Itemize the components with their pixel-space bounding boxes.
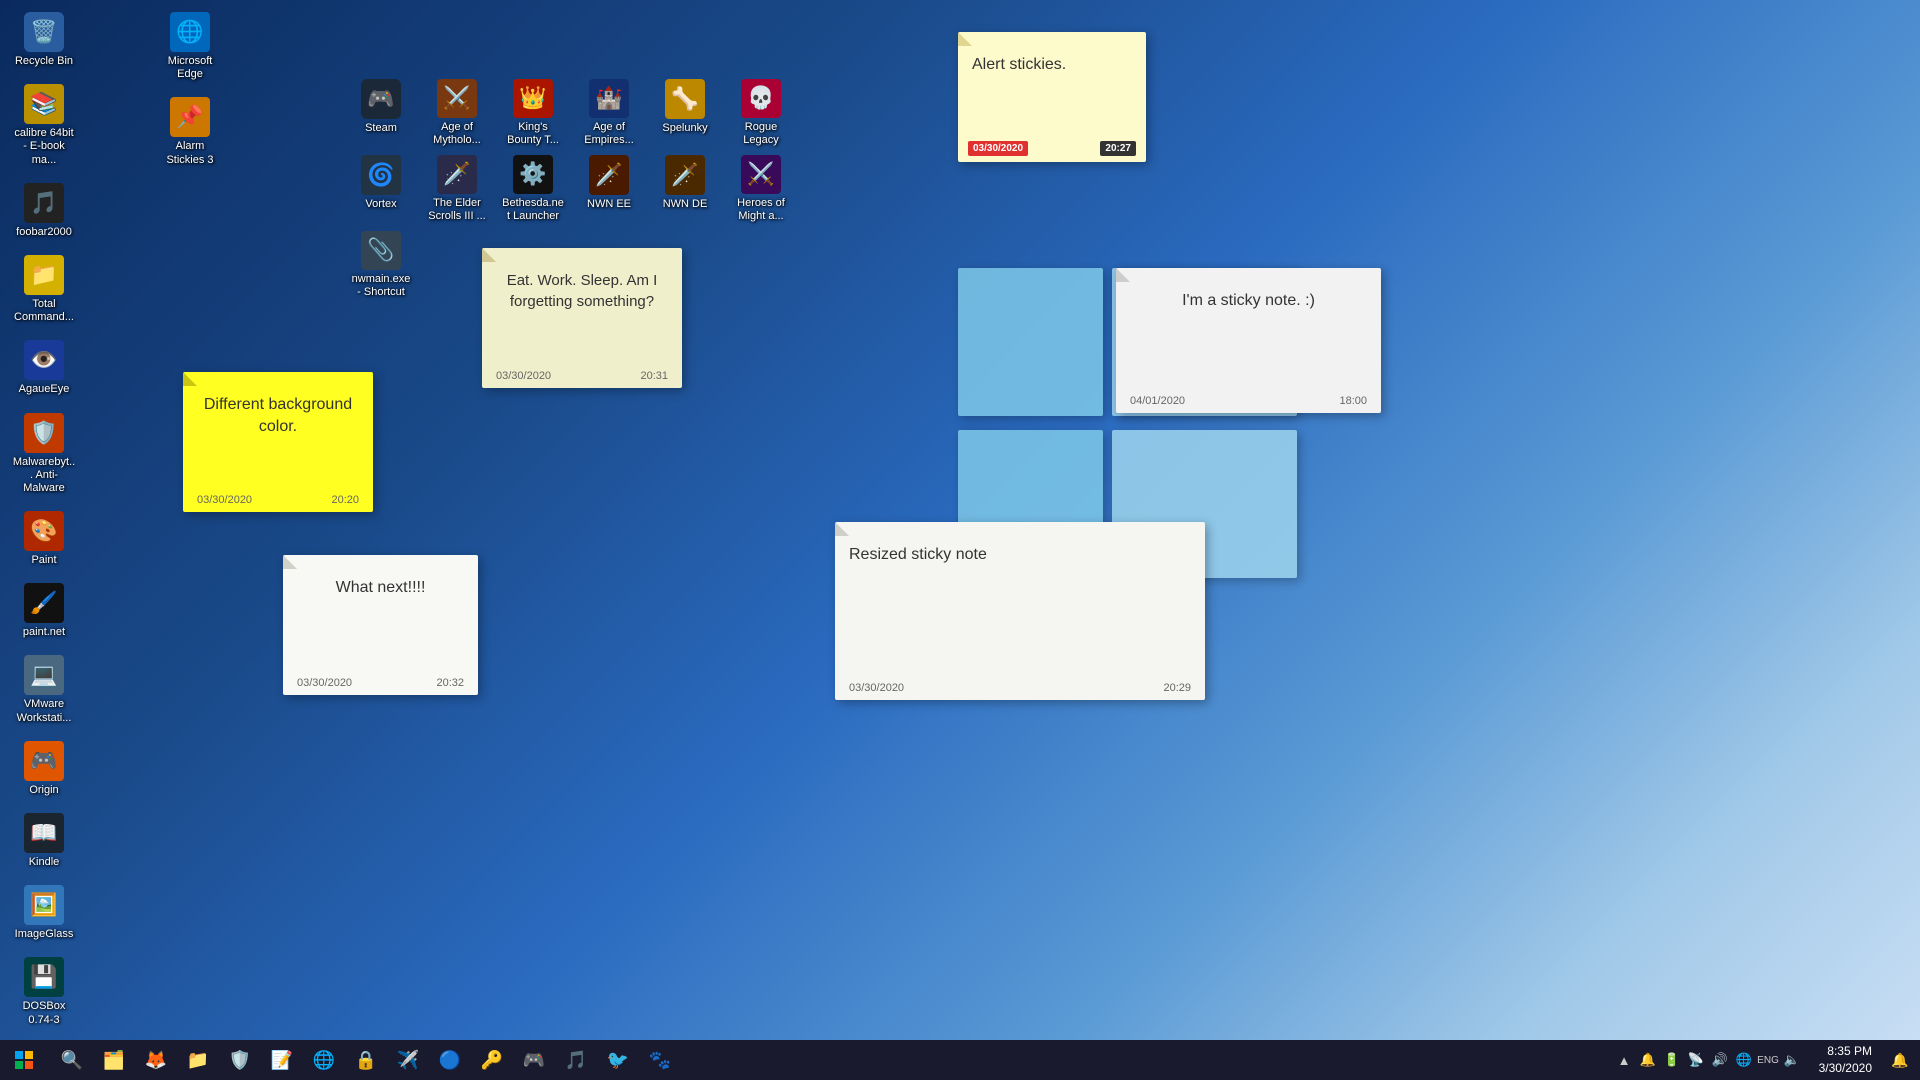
sticky-what-next-text: What next!!!!	[297, 577, 464, 599]
icon-nwnee[interactable]: 🗡️ NWN EE	[573, 151, 645, 227]
taskbar-taskview[interactable]: 🗂️	[94, 1041, 134, 1079]
icon-imageglass[interactable]: 🖼️ ImageGlass	[8, 881, 80, 945]
icon-kindle[interactable]: 📖 Kindle	[8, 809, 80, 873]
icon-vmware[interactable]: 💻 VMware Workstati...	[8, 651, 80, 728]
icon-steam[interactable]: 🎮 Steam	[345, 75, 417, 151]
sticky-eat-footer: 03/30/2020 20:31	[496, 370, 668, 382]
icon-vortex[interactable]: 🌀 Vortex	[345, 151, 417, 227]
taskbar-lock[interactable]: 🔒	[346, 1041, 386, 1079]
sticky-im-sticky[interactable]: I'm a sticky note. :) 04/01/2020 18:00	[1116, 268, 1381, 413]
desktop: 🗑️ Recycle Bin 📚 calibre 64bit - E-book …	[0, 0, 1920, 1040]
sticky-what-next-footer: 03/30/2020 20:32	[297, 677, 464, 689]
taskbar-notification[interactable]: 🔔	[1880, 1041, 1920, 1079]
icon-elder-scrolls[interactable]: 🗡️ The Elder Scrolls III ...	[421, 151, 493, 227]
taskbar-explorer[interactable]: 📁	[178, 1041, 218, 1079]
tray-icon-3[interactable]: 📡	[1686, 1050, 1706, 1070]
tray-arrow[interactable]: ▲	[1614, 1050, 1634, 1070]
sticky-blue-topleft[interactable]	[958, 268, 1103, 416]
sticky-im-footer: 04/01/2020 18:00	[1130, 395, 1367, 407]
icon-dosbox[interactable]: 💾 DOSBox 0.74-3	[8, 953, 80, 1030]
sticky-eat-text: Eat. Work. Sleep. Am I forgetting someth…	[496, 270, 668, 312]
taskbar-vlc[interactable]: 🎵	[556, 1041, 596, 1079]
icon-kings-bounty[interactable]: 👑 King's Bounty T...	[497, 75, 569, 151]
taskbar-malware[interactable]: 🛡️	[220, 1041, 260, 1079]
icon-rogue-legacy[interactable]: 💀 Rogue Legacy	[725, 75, 797, 151]
sticky-alert[interactable]: Alert stickies. 03/30/2020 20:27	[958, 32, 1146, 162]
tray-network[interactable]: 🌐	[1734, 1050, 1754, 1070]
icon-nwnde[interactable]: 🗡️ NWN DE	[649, 151, 721, 227]
sticky-corner-fold-2	[1116, 268, 1130, 282]
icon-origin[interactable]: 🎮 Origin	[8, 737, 80, 801]
taskbar-ie[interactable]: 🌐	[304, 1041, 344, 1079]
sticky-corner-fold-4	[183, 372, 197, 386]
icon-msedge[interactable]: 🌐 Microsoft Edge	[154, 8, 226, 85]
desktop-icon-area: 🗑️ Recycle Bin 📚 calibre 64bit - E-book …	[0, 0, 300, 1040]
start-button[interactable]	[0, 1040, 48, 1080]
icon-paint[interactable]: 🎨 Paint	[8, 507, 80, 571]
icon-calibre[interactable]: 📚 calibre 64bit - E-book ma...	[8, 80, 80, 171]
sticky-resized-footer: 03/30/2020 20:29	[849, 682, 1191, 694]
taskbar-pinned-items: 🔍 🗂️ 🦊 📁 🛡️ 📝 🌐 🔒 ✈️ 🔵 🔑 🎮 🎵 🐦 🐾	[48, 1040, 1606, 1080]
sticky-eat-work-sleep[interactable]: Eat. Work. Sleep. Am I forgetting someth…	[482, 248, 682, 388]
taskbar-extra[interactable]: 🐾	[640, 1041, 680, 1079]
sticky-resized-text: Resized sticky note	[849, 544, 1191, 566]
tray-lang[interactable]: ENG	[1758, 1050, 1778, 1070]
icon-recycle-bin[interactable]: 🗑️ Recycle Bin	[8, 8, 80, 72]
icon-bethesda[interactable]: ⚙️ Bethesda.net Launcher	[497, 151, 569, 227]
icon-age-empires[interactable]: 🏰 Age of Empires...	[573, 75, 645, 151]
taskbar-search[interactable]: 🔍	[52, 1041, 92, 1079]
sticky-alert-footer: 03/30/2020 20:27	[968, 141, 1136, 156]
sticky-resized[interactable]: Resized sticky note 03/30/2020 20:29	[835, 522, 1205, 700]
sticky-corner-fold-3	[482, 248, 496, 262]
icon-nwmain[interactable]: 📎 nwmain.exe - Shortcut	[345, 227, 417, 303]
tray-icon-1[interactable]: 🔔	[1638, 1050, 1658, 1070]
icon-total-commander[interactable]: 📁 Total Command...	[8, 251, 80, 328]
sticky-corner-fold-5	[283, 555, 297, 569]
sticky-corner-fold	[958, 32, 972, 46]
taskbar-telegram[interactable]: ✈️	[388, 1041, 428, 1079]
taskbar-tray: ▲ 🔔 🔋 📡 🔊 🌐 ENG 🔈	[1606, 1040, 1810, 1080]
taskbar-firefox[interactable]: 🦊	[136, 1041, 176, 1079]
taskbar-keepass[interactable]: 🔑	[472, 1041, 512, 1079]
icon-age-mythology[interactable]: ⚔️ Age of Mytholo...	[421, 75, 493, 151]
icon-paintnet[interactable]: 🖌️ paint.net	[8, 579, 80, 643]
taskbar-steam-tb[interactable]: 🎮	[514, 1041, 554, 1079]
icon-foobar2000[interactable]: 🎵 foobar2000	[8, 179, 80, 243]
sticky-yellow[interactable]: Different background color. 03/30/2020 2…	[183, 372, 373, 512]
taskbar-clock[interactable]: 8:35 PM 3/30/2020	[1810, 1043, 1880, 1077]
icon-agaueeye[interactable]: 👁️ AgaueEye	[8, 336, 80, 400]
tray-icon-4[interactable]: 🔊	[1710, 1050, 1730, 1070]
icon-malwarebytes[interactable]: 🛡️ Malwarebyt... Anti-Malware	[8, 409, 80, 500]
icon-heroes-might[interactable]: ⚔️ Heroes of Might a...	[725, 151, 797, 227]
sticky-what-next[interactable]: What next!!!! 03/30/2020 20:32	[283, 555, 478, 695]
sticky-im-text: I'm a sticky note. :)	[1130, 290, 1367, 312]
taskbar: 🔍 🗂️ 🦊 📁 🛡️ 📝 🌐 🔒 ✈️ 🔵 🔑 🎮 🎵 🐦 🐾 ▲ 🔔 🔋 📡…	[0, 1040, 1920, 1080]
sticky-yellow-footer: 03/30/2020 20:20	[197, 494, 359, 506]
tray-icon-2[interactable]: 🔋	[1662, 1050, 1682, 1070]
tray-volume[interactable]: 🔈	[1782, 1050, 1802, 1070]
icon-alarmstickies[interactable]: 📌 Alarm Stickies 3	[154, 93, 226, 170]
icon-spelunky[interactable]: 🦴 Spelunky	[649, 75, 721, 151]
taskbar-edge[interactable]: 🔵	[430, 1041, 470, 1079]
sticky-yellow-text: Different background color.	[197, 394, 359, 439]
sticky-alert-text: Alert stickies.	[972, 54, 1132, 76]
taskbar-word[interactable]: 📝	[262, 1041, 302, 1079]
taskbar-bird[interactable]: 🐦	[598, 1041, 638, 1079]
sticky-corner-fold-6	[835, 522, 849, 536]
